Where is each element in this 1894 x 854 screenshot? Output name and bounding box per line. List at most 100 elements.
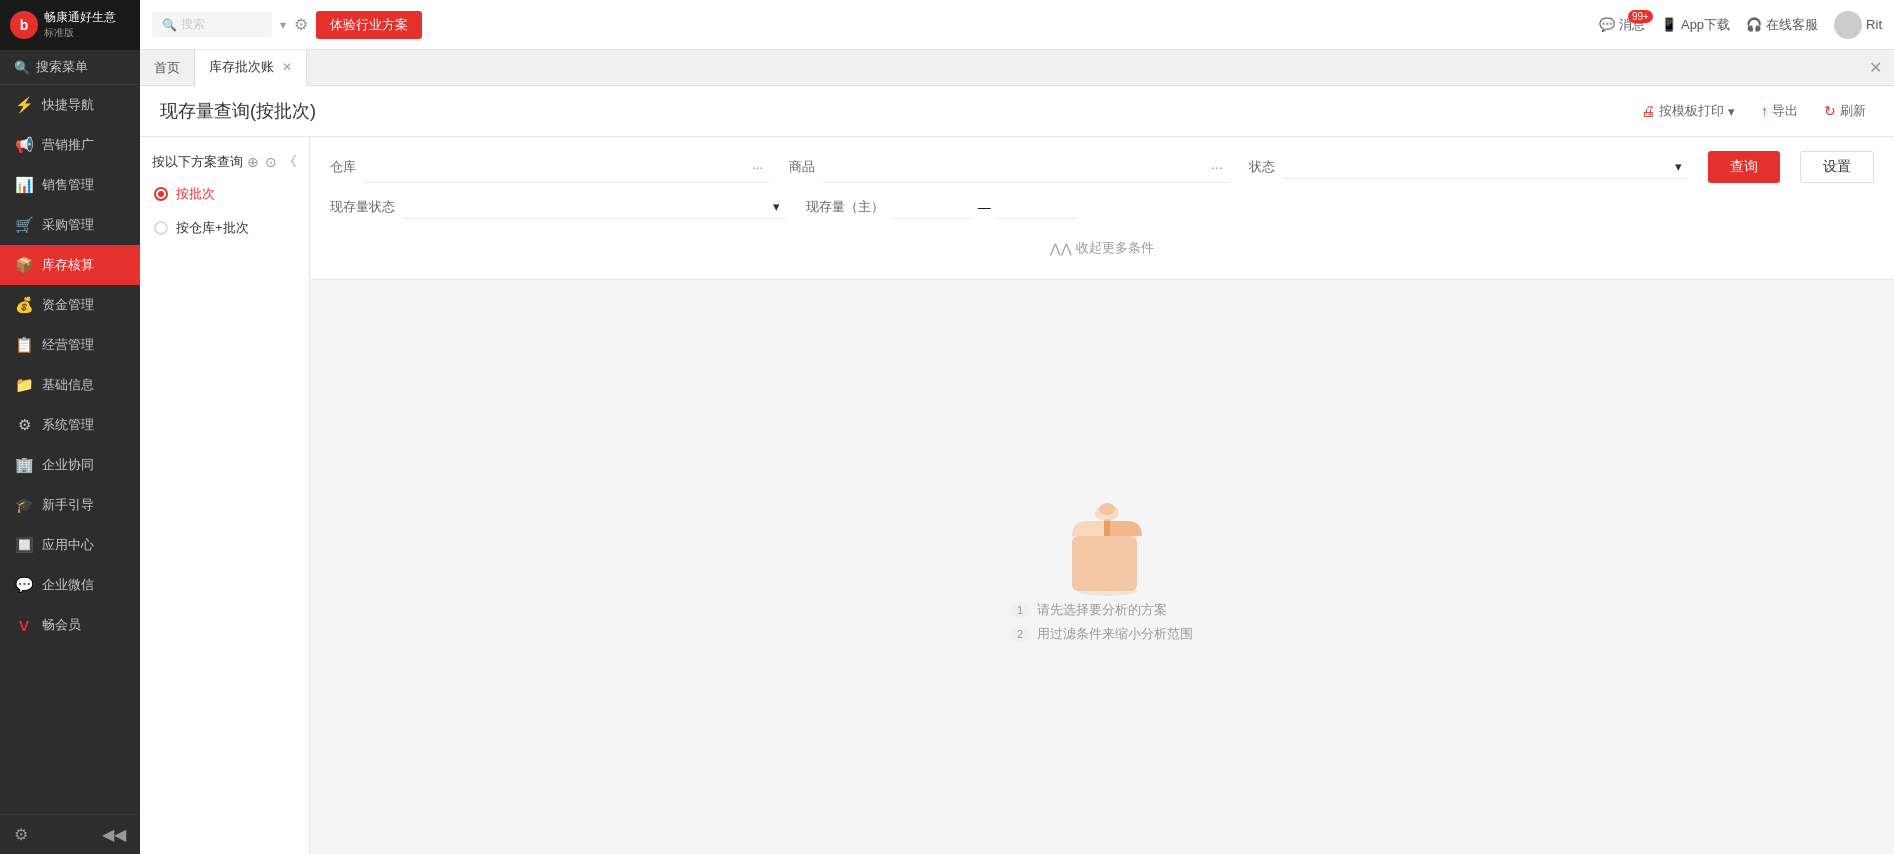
- add-plan-icon[interactable]: ⊕: [247, 154, 259, 170]
- app-edition: 标准版: [44, 26, 116, 40]
- system-icon: ⚙: [14, 415, 34, 435]
- sidebar-item-sales[interactable]: 📊 销售管理: [0, 165, 140, 205]
- sidebar-item-inventory[interactable]: 📦 库存核算: [0, 245, 140, 285]
- topbar-search-icon: 🔍: [162, 18, 177, 32]
- refresh-btn[interactable]: ↻ 刷新: [1816, 98, 1874, 124]
- sidebar-item-quick-nav[interactable]: ⚡ 快捷导航: [0, 85, 140, 125]
- marketing-icon: 📢: [14, 135, 34, 155]
- sidebar-item-basic[interactable]: 📁 基础信息: [0, 365, 140, 405]
- plan-settings-icon[interactable]: ⊙: [265, 154, 277, 170]
- settings-gear-icon[interactable]: ⚙: [14, 825, 28, 844]
- sidebar-item-wechat[interactable]: 💬 企业微信: [0, 565, 140, 605]
- sidebar-item-label: 资金管理: [42, 296, 94, 314]
- status-select[interactable]: ▾: [1283, 155, 1688, 179]
- filter-warehouse: 仓库 ···: [330, 151, 769, 183]
- right-panel: 仓库 ··· 商品 ···: [310, 137, 1894, 854]
- finance-icon: 💰: [14, 295, 34, 315]
- plan-collapse-icon[interactable]: 《: [283, 153, 297, 171]
- sidebar-item-label: 系统管理: [42, 416, 94, 434]
- topbar-right: 💬 消息 99+ 📱 App下载 🎧 在线客服 Rit: [1599, 11, 1882, 39]
- sales-icon: 📊: [14, 175, 34, 195]
- warehouse-input[interactable]: [370, 155, 748, 178]
- page-title: 现存量查询(按批次): [160, 99, 316, 123]
- topbar-left: 🔍 搜索 ▾ ⚙ 体验行业方案: [152, 11, 1589, 39]
- empty-svg: [1052, 491, 1162, 601]
- app-download-btn[interactable]: 📱 App下载: [1661, 16, 1730, 34]
- left-filter-panel: 按以下方案查询 ⊕ ⊙ 《 按批次 按仓库+批次: [140, 137, 310, 854]
- filter-panel-actions: ⊕ ⊙ 《: [247, 153, 297, 171]
- messages-btn[interactable]: 💬 消息 99+: [1599, 16, 1645, 34]
- goods-label: 商品: [789, 158, 815, 176]
- inventory-icon: 📦: [14, 255, 34, 275]
- avatar: [1834, 11, 1862, 39]
- sidebar-item-finance[interactable]: 💰 资金管理: [0, 285, 140, 325]
- sidebar-item-enterprise[interactable]: 🏢 企业协同: [0, 445, 140, 485]
- sidebar-item-apps[interactable]: 🔲 应用中心: [0, 525, 140, 565]
- collapse-sidebar-icon[interactable]: ◀◀: [102, 825, 126, 844]
- inventory-status-dropdown-icon: ▾: [773, 199, 780, 214]
- sidebar-item-marketing[interactable]: 📢 营销推广: [0, 125, 140, 165]
- tab-batch-label: 库存批次账: [209, 58, 274, 76]
- sidebar-item-label: 营销推广: [42, 136, 94, 154]
- empty-tip-1: 1 请先选择要分析的方案: [1011, 601, 1193, 619]
- tab-home[interactable]: 首页: [140, 50, 195, 86]
- main-layout: 按以下方案查询 ⊕ ⊙ 《 按批次 按仓库+批次: [140, 137, 1894, 854]
- sidebar-item-purchase[interactable]: 🛒 采购管理: [0, 205, 140, 245]
- filter-panel-header: 按以下方案查询 ⊕ ⊙ 《: [140, 147, 309, 177]
- settings-button[interactable]: 设置: [1800, 151, 1874, 183]
- operations-icon: 📋: [14, 335, 34, 355]
- sidebar-item-member[interactable]: V 畅会员: [0, 605, 140, 645]
- plan-warehouse-batch-label: 按仓库+批次: [176, 219, 249, 237]
- plan-item-warehouse-batch[interactable]: 按仓库+批次: [140, 211, 309, 245]
- online-service-btn[interactable]: 🎧 在线客服: [1746, 16, 1818, 34]
- topbar-gear-icon[interactable]: ⚙: [294, 15, 308, 34]
- export-btn[interactable]: ↑ 导出: [1753, 98, 1806, 124]
- sidebar-search[interactable]: 🔍 搜索菜单: [0, 50, 140, 85]
- filter-status: 状态 ▾: [1249, 155, 1688, 179]
- empty-tip-2: 2 用过滤条件来缩小分析范围: [1011, 625, 1193, 643]
- tip-num-1: 1: [1011, 601, 1029, 619]
- sidebar-item-label: 新手引导: [42, 496, 94, 514]
- goods-more-icon[interactable]: ···: [1211, 159, 1223, 175]
- sidebar-item-label: 应用中心: [42, 536, 94, 554]
- plan-item-batch[interactable]: 按批次: [140, 177, 309, 211]
- tab-close-icon[interactable]: ✕: [282, 60, 292, 74]
- inventory-status-select[interactable]: ▾: [403, 195, 786, 219]
- close-panel-icon: ✕: [1869, 58, 1882, 77]
- warehouse-input-wrapper[interactable]: ···: [364, 151, 769, 183]
- content-area: 现存量查询(按批次) 🖨 按模板打印 ▾ ↑ 导出 ↻ 刷新: [140, 86, 1894, 854]
- empty-illustration: [1052, 491, 1152, 591]
- query-button[interactable]: 查询: [1708, 151, 1780, 183]
- sidebar-item-label: 采购管理: [42, 216, 94, 234]
- sidebar-item-label: 企业协同: [42, 456, 94, 474]
- sidebar-item-operations[interactable]: 📋 经营管理: [0, 325, 140, 365]
- print-icon: 🖨: [1641, 103, 1655, 119]
- inventory-status-label: 现存量状态: [330, 198, 395, 216]
- tab-batch[interactable]: 库存批次账 ✕: [195, 50, 307, 86]
- topbar: 🔍 搜索 ▾ ⚙ 体验行业方案 💬 消息 99+ 📱 App下载 🎧 在线客服: [140, 0, 1894, 50]
- enterprise-icon: 🏢: [14, 455, 34, 475]
- sidebar-item-system[interactable]: ⚙ 系统管理: [0, 405, 140, 445]
- goods-input[interactable]: [829, 155, 1207, 178]
- warehouse-more-icon[interactable]: ···: [752, 159, 764, 175]
- tab-panel-close[interactable]: ✕: [1869, 58, 1894, 77]
- sidebar-item-guide[interactable]: 🎓 新手引导: [0, 485, 140, 525]
- empty-tips: 1 请先选择要分析的方案 2 用过滤条件来缩小分析范围: [1011, 601, 1193, 643]
- trial-btn[interactable]: 体验行业方案: [316, 11, 422, 39]
- collapse-btn[interactable]: ⋀⋀ 收起更多条件: [330, 231, 1874, 265]
- basic-icon: 📁: [14, 375, 34, 395]
- inventory-amount-from[interactable]: [892, 195, 972, 219]
- print-btn[interactable]: 🖨 按模板打印 ▾: [1633, 98, 1743, 124]
- inventory-amount-to[interactable]: [997, 195, 1077, 219]
- member-icon: V: [14, 615, 34, 635]
- sidebar-header: b 畅康通好生意 标准版: [0, 0, 140, 50]
- topbar-dropdown-icon[interactable]: ▾: [280, 18, 286, 32]
- wechat-icon: 💬: [14, 575, 34, 595]
- topbar-search-box[interactable]: 🔍 搜索: [152, 12, 272, 37]
- app-logo: b: [10, 11, 38, 39]
- sidebar-item-label: 畅会员: [42, 616, 81, 634]
- print-dropdown-icon[interactable]: ▾: [1728, 104, 1735, 119]
- goods-input-wrapper[interactable]: ···: [823, 151, 1228, 183]
- user-avatar-group[interactable]: Rit: [1834, 11, 1882, 39]
- sidebar-item-label: 经营管理: [42, 336, 94, 354]
